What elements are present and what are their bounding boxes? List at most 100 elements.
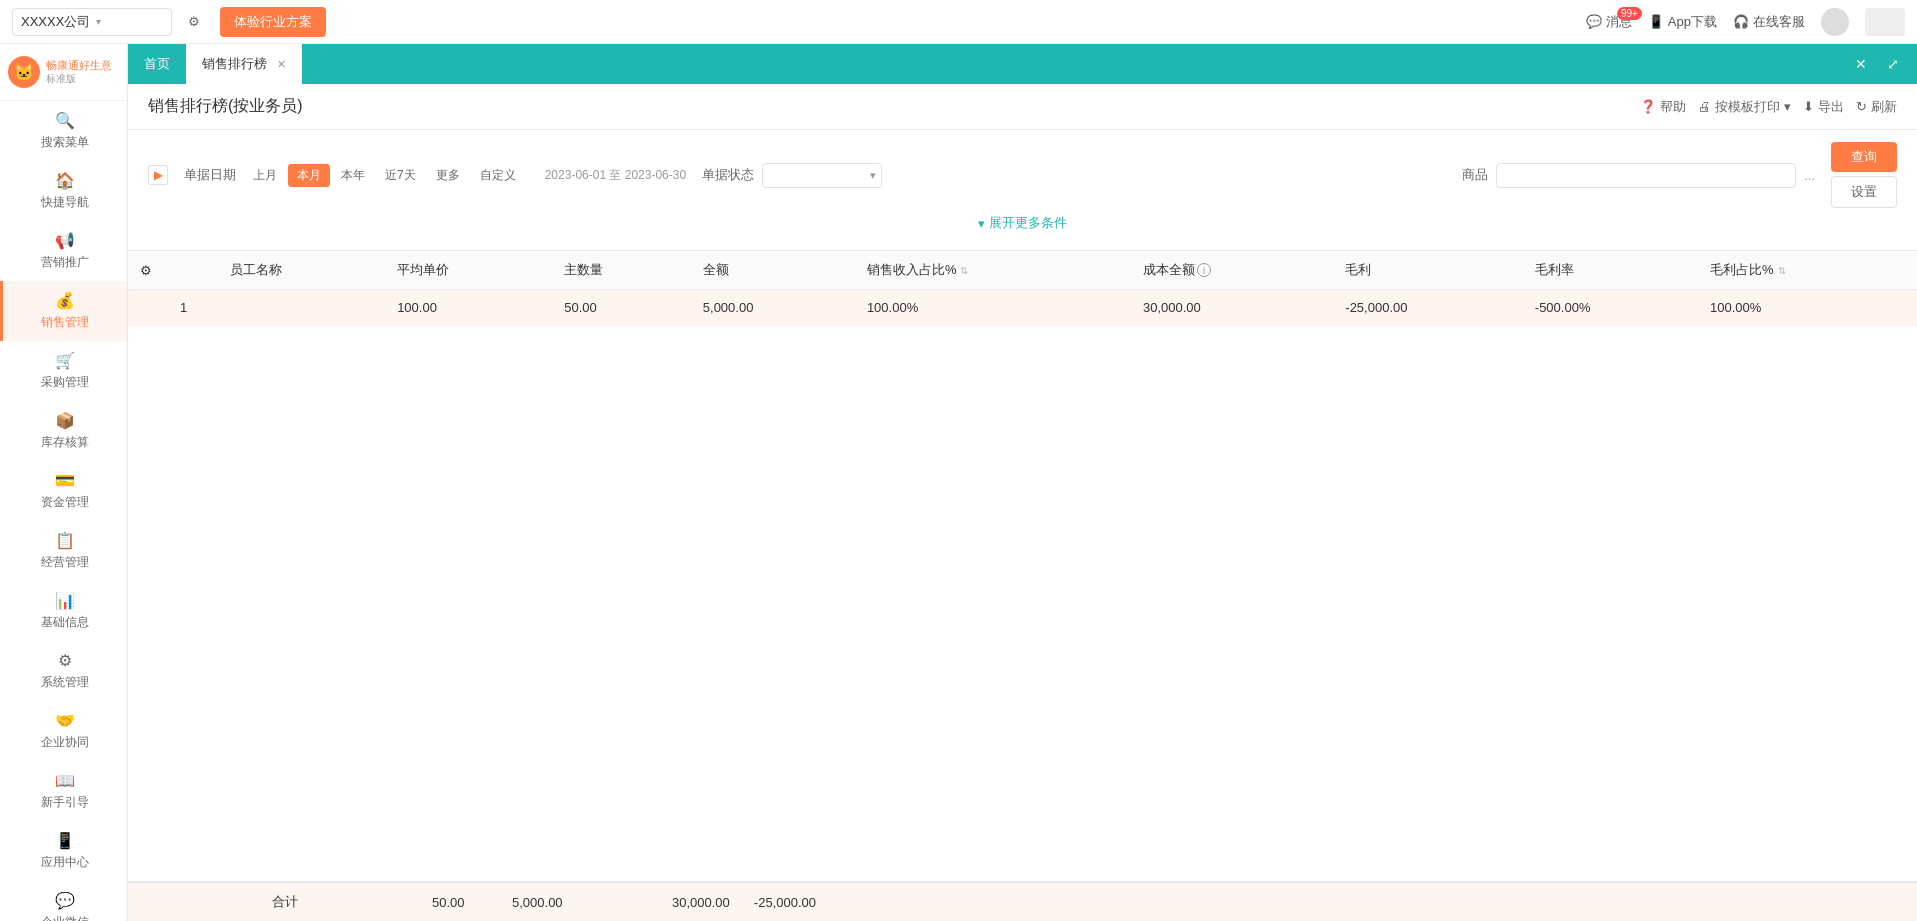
export-label: 导出: [1818, 98, 1844, 116]
footer-cost: 30,000.00: [660, 895, 742, 910]
filter-expand-icon[interactable]: ▶: [148, 165, 168, 185]
footer-quantity: 50.00: [420, 895, 500, 910]
expand-more-label: 展开更多条件: [989, 214, 1067, 232]
company-dropdown-icon: ▾: [96, 16, 101, 27]
date-tab-year[interactable]: 本年: [332, 164, 374, 187]
sidebar-item-5[interactable]: 📦 库存核算: [0, 401, 127, 461]
sales-pct-sort-icon[interactable]: ⇅: [960, 265, 968, 276]
app-download-label: App下载: [1668, 13, 1717, 31]
message-item[interactable]: 💬 消息 99+: [1586, 13, 1632, 31]
settings-icon[interactable]: ⚙: [180, 8, 208, 36]
user-name[interactable]: [1865, 8, 1905, 36]
column-settings-icon[interactable]: ⚙: [140, 263, 152, 278]
tab-close-icon[interactable]: ✕: [277, 58, 286, 71]
sidebar-item-2[interactable]: 📢 营销推广: [0, 221, 127, 281]
logo-sub: 标准版: [46, 72, 112, 86]
th-amount: 全额: [691, 251, 855, 290]
th-cost: 成本全额 i: [1131, 251, 1333, 290]
sidebar-icon-7: 📋: [55, 531, 75, 550]
logo-text-group: 畅康通好生意 标准版: [46, 58, 112, 86]
top-header: XXXXX公司 ▾ ⚙ 体验行业方案 💬 消息 99+ 📱 App下载 🎧 在线…: [0, 0, 1917, 44]
date-tabs: 上月 本月 本年 近7天 更多 自定义: [244, 164, 525, 187]
sidebar-item-12[interactable]: 📱 应用中心: [0, 821, 127, 881]
tab-bar-right: ✕ ⤢: [1849, 52, 1917, 76]
sidebar-items: 🔍 搜索菜单 🏠 快捷导航 📢 营销推广 💰 销售管理 🛒 采购管理 📦 库存核…: [0, 101, 127, 921]
cell-profit-rate-0: -500.00%: [1523, 290, 1698, 326]
online-service-item[interactable]: 🎧 在线客服: [1733, 13, 1805, 31]
avatar[interactable]: [1821, 8, 1849, 36]
date-label: 单据日期: [184, 166, 236, 184]
export-btn[interactable]: ⬇ 导出: [1803, 98, 1844, 116]
company-selector[interactable]: XXXXX公司 ▾: [12, 8, 172, 36]
sidebar-label-0: 搜索菜单: [41, 134, 89, 151]
sidebar-item-3[interactable]: 💰 销售管理: [0, 281, 127, 341]
status-filter: 单据状态: [702, 163, 882, 188]
trial-button[interactable]: 体验行业方案: [220, 7, 326, 37]
sidebar-icon-5: 📦: [55, 411, 75, 430]
date-tab-7days[interactable]: 近7天: [376, 164, 425, 187]
profit-pct-sort-icon[interactable]: ⇅: [1778, 265, 1786, 276]
th-profit-pct-label: 毛利占比% ⇅: [1710, 261, 1786, 279]
app-download-item[interactable]: 📱 App下载: [1648, 13, 1717, 31]
headset-icon: 🎧: [1733, 14, 1749, 29]
th-profit: 毛利: [1333, 251, 1523, 290]
th-quantity: 主数量: [552, 251, 691, 290]
sidebar-logo: 🐱 畅康通好生意 标准版: [0, 44, 127, 101]
date-tab-current-month[interactable]: 本月: [288, 164, 330, 187]
sidebar-item-1[interactable]: 🏠 快捷导航: [0, 161, 127, 221]
tab-close-all-btn[interactable]: ✕: [1849, 52, 1873, 76]
refresh-btn[interactable]: ↻ 刷新: [1856, 98, 1897, 116]
tab-restore-btn[interactable]: ⤢: [1881, 52, 1905, 76]
sidebar-item-10[interactable]: 🤝 企业协同: [0, 701, 127, 761]
sidebar-item-9[interactable]: ⚙ 系统管理: [0, 641, 127, 701]
filter-row-1: ▶ 单据日期 上月 本月 本年 近7天 更多 自定义: [148, 142, 1897, 208]
date-tab-custom[interactable]: 自定义: [471, 164, 525, 187]
sidebar-item-7[interactable]: 📋 经营管理: [0, 521, 127, 581]
tab-home[interactable]: 首页: [128, 44, 186, 84]
cell-amount-0: 5,000.00: [691, 290, 855, 326]
sidebar-item-13[interactable]: 💬 企业微信: [0, 881, 127, 921]
status-label: 单据状态: [702, 166, 754, 184]
goods-input[interactable]: [1496, 163, 1796, 188]
expand-more-icon: ▾: [978, 216, 985, 231]
sidebar-item-6[interactable]: 💳 资金管理: [0, 461, 127, 521]
th-sales-pct-label: 销售收入占比% ⇅: [867, 261, 969, 279]
cost-info-icon[interactable]: i: [1197, 263, 1211, 277]
status-select[interactable]: [762, 163, 882, 188]
sidebar-item-8[interactable]: 📊 基础信息: [0, 581, 127, 641]
sidebar-label-10: 企业协同: [41, 734, 89, 751]
query-button[interactable]: 查询: [1831, 142, 1897, 172]
header-right: 💬 消息 99+ 📱 App下载 🎧 在线客服: [1586, 8, 1905, 36]
sidebar-item-4[interactable]: 🛒 采购管理: [0, 341, 127, 401]
print-icon: 🖨: [1698, 99, 1711, 114]
print-btn[interactable]: 🖨 按模板打印 ▾: [1698, 98, 1791, 116]
print-label: 按模板打印: [1715, 98, 1780, 116]
expand-more-btn[interactable]: ▾ 展开更多条件: [978, 214, 1067, 232]
date-tab-more[interactable]: 更多: [427, 164, 469, 187]
sidebar-label-13: 企业微信: [41, 914, 89, 921]
message-badge: 99+: [1617, 7, 1642, 20]
settings-button[interactable]: 设置: [1831, 176, 1897, 208]
th-name: 员工名称: [218, 251, 385, 290]
sidebar-icon-1: 🏠: [55, 171, 75, 190]
cell-sales-pct-0: 100.00%: [855, 290, 1131, 326]
cell-cost-0: 30,000.00: [1131, 290, 1333, 326]
sidebar-item-0[interactable]: 🔍 搜索菜单: [0, 101, 127, 161]
help-btn[interactable]: ❓ 帮助: [1640, 98, 1686, 116]
tab-sales-rank[interactable]: 销售排行榜 ✕: [186, 44, 302, 84]
date-tab-prev-month[interactable]: 上月: [244, 164, 286, 187]
goods-more-icon[interactable]: ...: [1804, 168, 1815, 183]
cell-profit-0: -25,000.00: [1333, 290, 1523, 326]
footer-profit: -25,000.00: [742, 895, 828, 910]
sidebar-item-11[interactable]: 📖 新手引导: [0, 761, 127, 821]
th-avg-price: 平均单价: [385, 251, 552, 290]
data-table: ⚙ 员工名称 平均单价 主数量 全额 销售收入占比% ⇅: [128, 251, 1917, 326]
sidebar-label-7: 经营管理: [41, 554, 89, 571]
table-header-row: ⚙ 员工名称 平均单价 主数量 全额 销售收入占比% ⇅: [128, 251, 1917, 290]
footer-total-label: 合计: [260, 893, 340, 911]
date-filter: 单据日期 上月 本月 本年 近7天 更多 自定义: [184, 164, 525, 187]
sidebar-icon-9: ⚙: [58, 651, 72, 670]
tab-sales-rank-label: 销售排行榜: [202, 55, 267, 73]
table-footer: 合计 50.00 5,000.00 30,000.00 -25,000.00: [128, 881, 1917, 921]
company-name: XXXXX公司: [21, 13, 90, 31]
